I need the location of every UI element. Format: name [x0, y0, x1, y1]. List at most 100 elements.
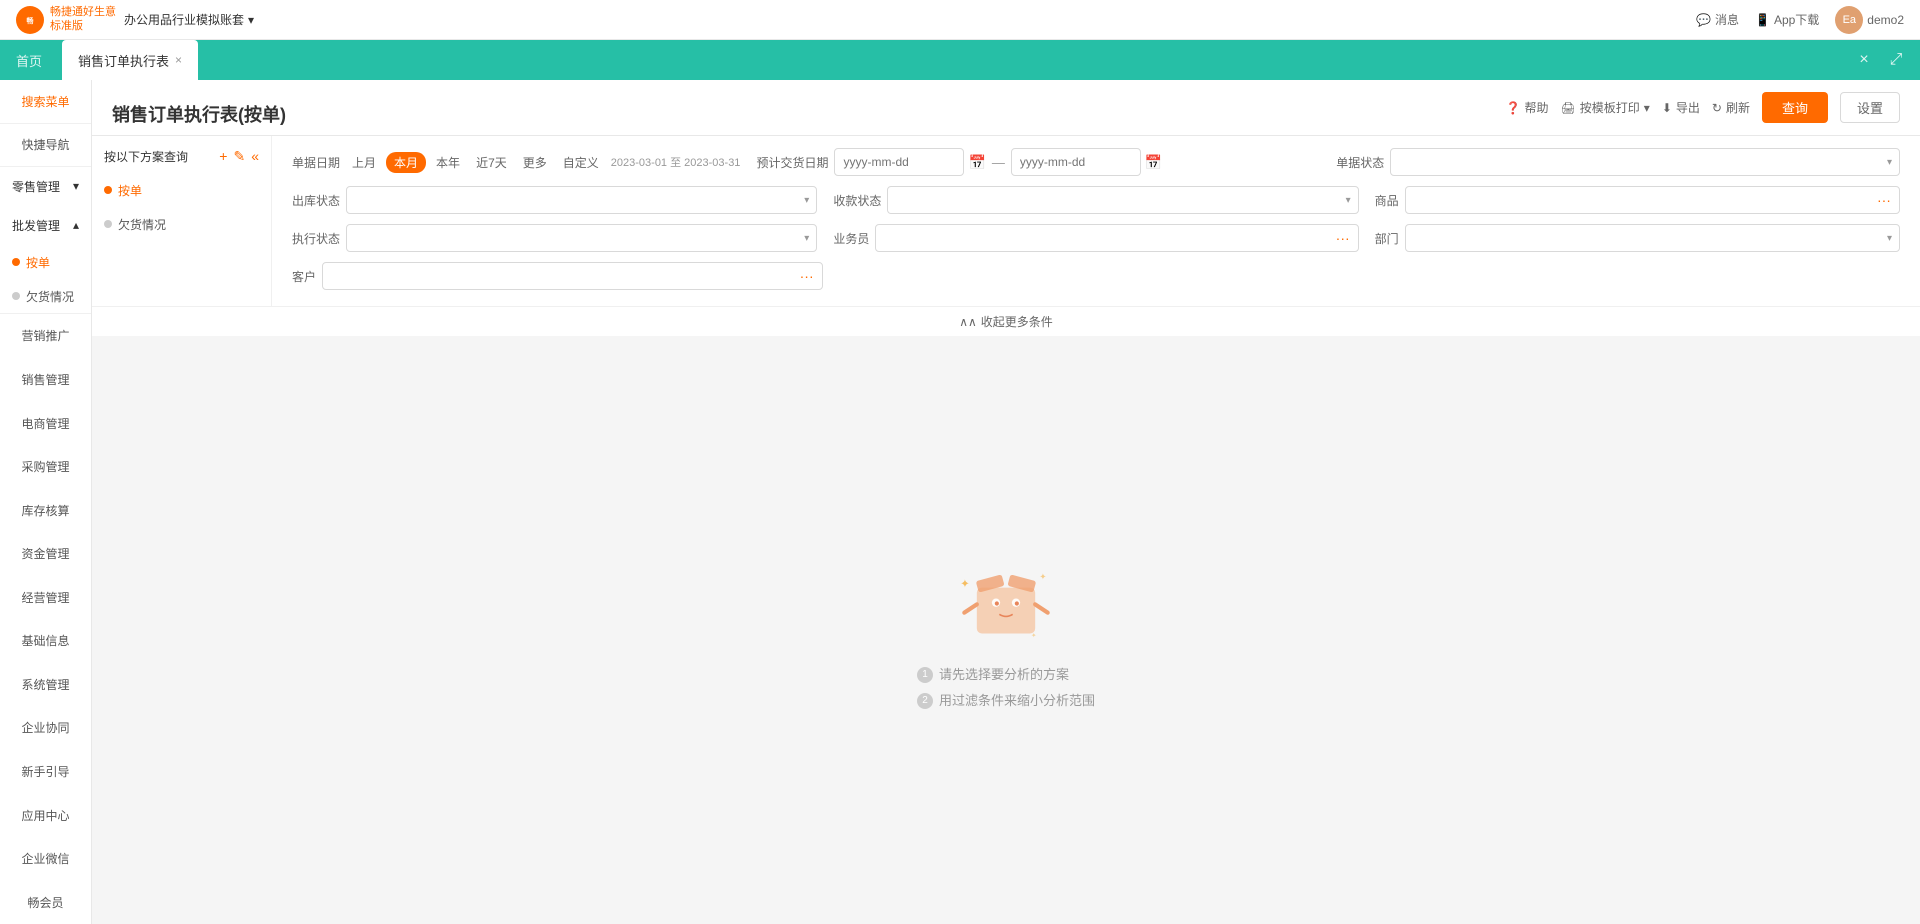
date-tab-custom[interactable]: 自定义	[557, 152, 605, 173]
date-tab-this-year[interactable]: 本年	[430, 152, 466, 173]
tab-active-label: 销售订单执行表	[78, 51, 169, 70]
goods-label: 商品	[1375, 192, 1399, 209]
calendar-icon-start[interactable]: 📅	[968, 154, 985, 171]
sidebar-item-enterprise[interactable]: 企业协同	[0, 706, 91, 750]
message-label: 消息	[1715, 11, 1739, 28]
filter-panel-inner: 按以下方案查询 + ✎ « 按单 欠货情况	[92, 136, 1920, 306]
sidebar-item-system[interactable]: 系统管理	[0, 663, 91, 707]
exec-select[interactable]	[346, 224, 817, 252]
salesperson-label: 业务员	[833, 230, 869, 247]
logo-area: 畅 畅捷通好生意 标准版	[16, 6, 116, 34]
scheme-edit-btn[interactable]: ✎	[233, 148, 245, 165]
sidebar-sub-欠货情况[interactable]: 欠货情况	[0, 279, 91, 313]
filter-row-4: 客户 ···	[292, 262, 1900, 290]
expected-date-filter: 预计交货日期 📅 — 📅	[756, 148, 1320, 176]
customer-input[interactable]: ···	[322, 262, 823, 290]
sidebar-item-base[interactable]: 基础信息	[0, 619, 91, 663]
refresh-btn[interactable]: ↻ 刷新	[1712, 99, 1750, 116]
scheme-collapse-btn[interactable]: «	[251, 148, 259, 165]
dept-select-wrapper: ▾	[1405, 224, 1900, 252]
date-tab-7days[interactable]: 近7天	[470, 152, 513, 173]
print-icon: 🖨	[1561, 101, 1576, 115]
breadcrumb-dropdown[interactable]: 办公用品行业模拟账套 ▾	[124, 11, 254, 28]
sidebar-item-purchase[interactable]: 采购管理	[0, 445, 91, 489]
payment-label: 收款状态	[833, 192, 881, 209]
sidebar-item-wechat[interactable]: 企业微信	[0, 837, 91, 881]
collapse-bar: ∧∧ 收起更多条件	[92, 306, 1920, 336]
sidebar-wholesale-section: 批发管理 ▴ 按单 欠货情况	[0, 205, 91, 314]
calendar-icon-end[interactable]: 📅	[1145, 154, 1162, 171]
window-close-btn[interactable]: ×	[1852, 48, 1876, 72]
filter-row-1: 单据日期 上月 本月 本年 近7天 更多 自定义 2023-03-01 至 20…	[292, 148, 1900, 176]
sidebar-sub-按单[interactable]: 按单	[0, 245, 91, 279]
active-dot	[12, 258, 20, 266]
export-btn[interactable]: ⬇ 导出	[1662, 99, 1700, 116]
sidebar-item-member[interactable]: 畅会员	[0, 880, 91, 924]
sidebar-item-retail[interactable]: 零售管理 ▾	[0, 167, 91, 205]
customer-label: 客户	[292, 268, 316, 285]
dept-select[interactable]	[1405, 224, 1900, 252]
sidebar-quick-nav[interactable]: 快捷导航	[0, 124, 91, 168]
payment-select-wrapper: ▾	[887, 186, 1358, 214]
sidebar-item-wholesale[interactable]: 批发管理 ▴	[0, 205, 91, 245]
shipping-label: 出库状态	[292, 192, 340, 209]
shipping-filter: 出库状态 ▾	[292, 186, 817, 214]
salesperson-filter: 业务员 ···	[833, 224, 1358, 252]
query-btn[interactable]: 查询	[1762, 92, 1828, 123]
date-tab-more[interactable]: 更多	[517, 152, 553, 173]
settings-btn[interactable]: 设置	[1840, 92, 1900, 123]
scheme-label: 按以下方案查询	[104, 148, 188, 165]
shipping-select-wrapper: ▾	[346, 186, 817, 214]
status-label: 单据状态	[1336, 154, 1384, 171]
scheme-item-欠货[interactable]: 欠货情况	[92, 207, 271, 241]
collapse-btn[interactable]: ∧∧ 收起更多条件	[959, 313, 1053, 330]
message-icon: 💬	[1696, 13, 1711, 27]
filter-row-3: 执行状态 ▾ 业务员 ···	[292, 224, 1900, 252]
date-range-text: 2023-03-01 至 2023-03-31	[611, 154, 741, 170]
empty-text-1: 请先选择要分析的方案	[939, 662, 1069, 688]
refresh-icon: ↻	[1712, 101, 1722, 115]
sidebar-item-ecommerce[interactable]: 电商管理	[0, 401, 91, 445]
window-expand-btn[interactable]: ⤢	[1884, 48, 1908, 72]
sidebar-item-newbie[interactable]: 新手引导	[0, 750, 91, 794]
app-download-icon: 📱	[1755, 13, 1770, 27]
tab-close-icon[interactable]: ×	[175, 53, 182, 67]
app-download-action[interactable]: 📱 App下载	[1755, 11, 1819, 28]
scheme-add-btn[interactable]: +	[219, 148, 227, 165]
sidebar-item-sales[interactable]: 销售管理	[0, 358, 91, 402]
tab-bar: 首页 销售订单执行表 × × ⤢	[0, 40, 1920, 80]
scheme-item-按单[interactable]: 按单	[92, 173, 271, 207]
sidebar-item-finance[interactable]: 资金管理	[0, 532, 91, 576]
shipping-select[interactable]	[346, 186, 817, 214]
print-btn[interactable]: 🖨 按模板打印 ▾	[1561, 99, 1650, 116]
payment-select[interactable]	[887, 186, 1358, 214]
expected-date-end[interactable]	[1011, 148, 1141, 176]
empty-text: 1 请先选择要分析的方案 2 用过滤条件来缩小分析范围	[917, 662, 1095, 714]
sidebar-item-appstore[interactable]: 应用中心	[0, 793, 91, 837]
status-select[interactable]	[1390, 148, 1900, 176]
sidebar-search[interactable]: 搜索菜单	[0, 80, 91, 124]
filter-row-2: 出库状态 ▾ 收款状态	[292, 186, 1900, 214]
goods-input[interactable]: ···	[1405, 186, 1900, 214]
tab-active[interactable]: 销售订单执行表 ×	[62, 40, 198, 80]
sidebar-item-inventory[interactable]: 库存核算	[0, 488, 91, 532]
logo-icon: 畅	[16, 6, 44, 34]
inactive-dot	[12, 292, 20, 300]
content-area: 销售订单执行表(按单) ❓ 帮助 🖨 按模板打印 ▾ ⬇ 导出 ↻ 刷新	[92, 80, 1920, 924]
date-tabs: 上月 本月 本年 近7天 更多 自定义	[346, 152, 605, 173]
date-tab-last-month[interactable]: 上月	[346, 152, 382, 173]
user-area[interactable]: Ea demo2	[1835, 6, 1904, 34]
payment-filter: 收款状态 ▾	[833, 186, 1358, 214]
export-icon: ⬇	[1662, 101, 1672, 115]
tab-home[interactable]: 首页	[0, 40, 58, 80]
expected-date-start[interactable]	[834, 148, 964, 176]
filter-panel: 按以下方案查询 + ✎ « 按单 欠货情况	[92, 136, 1920, 336]
sidebar-item-operations[interactable]: 经营管理	[0, 575, 91, 619]
scheme-header: 按以下方案查询 + ✎ «	[92, 148, 271, 173]
help-btn[interactable]: ❓ 帮助	[1506, 99, 1549, 116]
empty-number-1: 1	[917, 667, 933, 683]
date-tab-this-month[interactable]: 本月	[386, 152, 426, 173]
salesperson-input[interactable]: ···	[875, 224, 1358, 252]
sidebar-item-marketing[interactable]: 营销推广	[0, 314, 91, 358]
message-action[interactable]: 💬 消息	[1696, 11, 1739, 28]
